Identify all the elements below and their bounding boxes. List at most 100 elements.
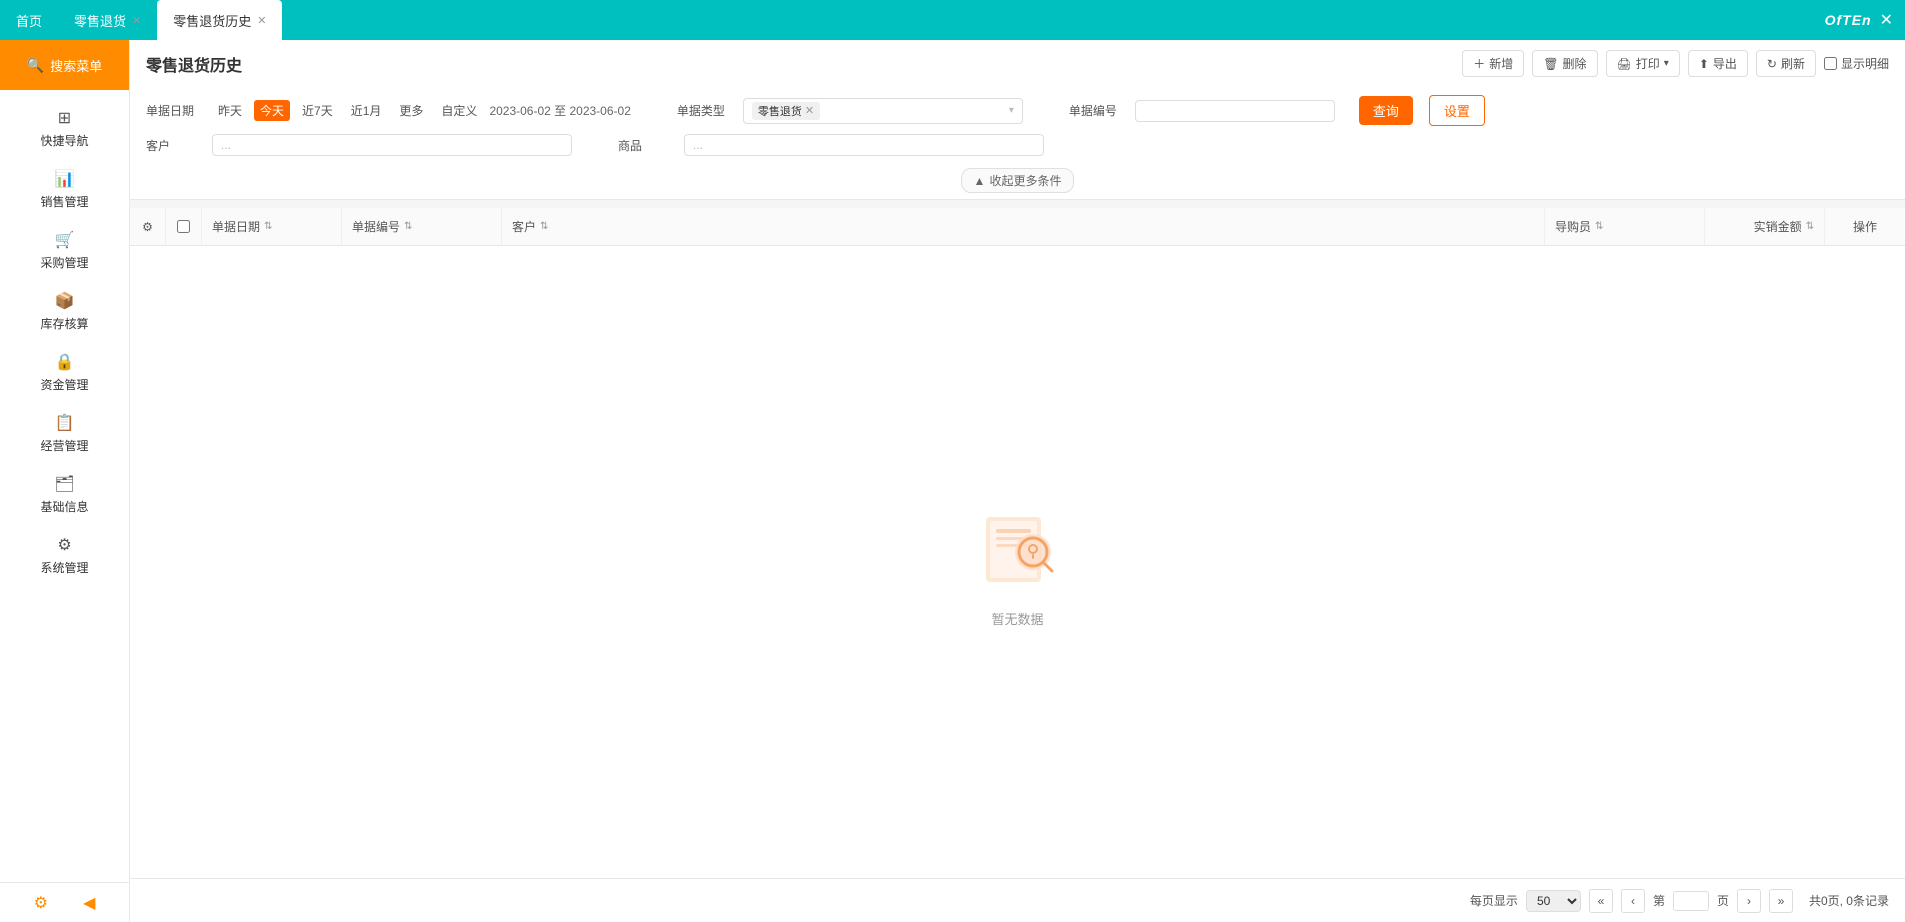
- per-page-select[interactable]: 20 50 100: [1526, 890, 1581, 912]
- pagination: 每页显示 20 50 100 « ‹ 第 1 页 › » 共0页, 0条记录: [130, 878, 1905, 922]
- date-btn-today[interactable]: 今天: [254, 100, 290, 121]
- th-amount[interactable]: 实销金额 ⇅: [1705, 208, 1825, 245]
- show-detail-check[interactable]: [1824, 57, 1837, 70]
- select-all-checkbox[interactable]: [177, 220, 190, 233]
- add-button[interactable]: ＋ 新增: [1462, 50, 1524, 77]
- date-btn-yesterday[interactable]: 昨天: [212, 100, 248, 121]
- refresh-button[interactable]: ↻ 刷新: [1756, 50, 1816, 77]
- th-checkbox[interactable]: [166, 208, 202, 245]
- first-page-button[interactable]: «: [1589, 889, 1613, 913]
- date-btn-7days[interactable]: 近7天: [296, 100, 339, 121]
- sidebar-item-finance[interactable]: 🔒 资金管理: [0, 342, 129, 403]
- empty-text: 暂无数据: [991, 609, 1043, 628]
- tab-retail-return-history-label: 零售退货历史: [173, 11, 251, 30]
- date-btn-1month[interactable]: 近1月: [345, 100, 388, 121]
- table-body: 暂无数据: [130, 246, 1905, 878]
- tab-retail-return-history[interactable]: 零售退货历史 ✕: [157, 0, 282, 40]
- th-amount-label: 实销金额: [1754, 218, 1802, 235]
- table-header: ⚙ 单据日期 ⇅ 单据编号 ⇅ 客户 ⇅ 导购员: [130, 208, 1905, 246]
- collapse-bar: ▲ 收起更多条件: [146, 164, 1889, 199]
- chevron-down-icon: ▾: [1009, 105, 1014, 116]
- collapse-button[interactable]: ▲ 收起更多条件: [961, 168, 1075, 193]
- date-btn-more[interactable]: 更多: [393, 100, 429, 121]
- goods-input[interactable]: ...: [684, 134, 1044, 156]
- basic-info-icon: 🗂: [55, 474, 75, 494]
- sidebar-item-purchase[interactable]: 🛒 采购管理: [0, 220, 129, 281]
- th-settings[interactable]: ⚙: [130, 208, 166, 245]
- sidebar-search[interactable]: 🔍 搜索菜单: [0, 40, 129, 90]
- empty-state: 暂无数据: [968, 497, 1068, 628]
- settings-icon: ⚙: [142, 220, 153, 234]
- add-icon: ＋: [1473, 55, 1485, 72]
- sort-icon: ⇅: [264, 221, 272, 232]
- sidebar-nav: ⊞ 快捷导航 📊 销售管理 🛒 采购管理 📦 库存核算 🔒 资金管理 📋: [0, 90, 129, 882]
- print-button[interactable]: 🖨 打印 ▾: [1606, 50, 1680, 77]
- operations-icon: 📋: [55, 413, 75, 433]
- th-operation: 操作: [1825, 208, 1905, 245]
- filter-row-2: 客户 ... 商品 ...: [146, 134, 1889, 156]
- header-actions: ＋ 新增 🗑 删除 🖨 打印 ▾ ⬆ 导出: [1462, 50, 1889, 77]
- bill-no-label: 单据编号: [1069, 102, 1119, 119]
- window-close-button[interactable]: ✕: [1880, 10, 1893, 30]
- refresh-label: 刷新: [1781, 55, 1805, 72]
- main-layout: 🔍 搜索菜单 ⊞ 快捷导航 📊 销售管理 🛒 采购管理 📦 库存核算 🔒: [0, 40, 1905, 922]
- collapse-icon: ▲: [974, 174, 986, 188]
- sales-icon: 📊: [55, 169, 75, 189]
- collapse-sidebar-icon[interactable]: ◀: [83, 893, 95, 913]
- delete-button[interactable]: 🗑 删除: [1532, 50, 1597, 77]
- th-guide[interactable]: 导购员 ⇅: [1545, 208, 1705, 245]
- settings-bottom-icon[interactable]: ⚙: [34, 893, 48, 913]
- show-detail-checkbox[interactable]: 显示明细: [1824, 55, 1889, 72]
- next-page-button[interactable]: ›: [1737, 889, 1761, 913]
- sidebar-item-basic-info[interactable]: 🗂 基础信息: [0, 464, 129, 525]
- sidebar-item-system[interactable]: ⚙ 系统管理: [0, 525, 129, 586]
- bill-type-tag-label: 零售退货: [758, 103, 802, 119]
- print-icon: 🖨: [1617, 57, 1632, 71]
- page-number-input[interactable]: 1: [1673, 891, 1709, 911]
- sidebar-item-operations[interactable]: 📋 经营管理: [0, 403, 129, 464]
- per-page-label: 每页显示: [1470, 892, 1518, 909]
- inventory-icon: 📦: [55, 291, 75, 311]
- sidebar-item-quick-nav[interactable]: ⊞ 快捷导航: [0, 98, 129, 159]
- filter-row-1: 单据日期 昨天 今天 近7天 近1月 更多 自定义 2023-06-02 至 2…: [146, 95, 1889, 126]
- sort-icon: ⇅: [540, 221, 548, 232]
- bill-type-select[interactable]: 零售退货 ✕ ▾: [743, 98, 1023, 124]
- date-btn-custom[interactable]: 自定义: [435, 100, 483, 121]
- page-header-top: 零售退货历史 ＋ 新增 🗑 删除 🖨 打印 ▾: [146, 50, 1889, 77]
- sidebar-item-sales[interactable]: 📊 销售管理: [0, 159, 129, 220]
- setting-button[interactable]: 设置: [1429, 95, 1485, 126]
- sidebar: 🔍 搜索菜单 ⊞ 快捷导航 📊 销售管理 🛒 采购管理 📦 库存核算 🔒: [0, 40, 130, 922]
- customer-input[interactable]: ...: [212, 134, 572, 156]
- last-page-button[interactable]: »: [1769, 889, 1793, 913]
- bill-no-input[interactable]: [1135, 100, 1335, 122]
- nav-item-label: 经营管理: [40, 437, 88, 454]
- tab-retail-return[interactable]: 零售退货 ✕: [58, 0, 157, 40]
- refresh-icon: ↻: [1767, 57, 1777, 71]
- close-icon[interactable]: ✕: [257, 14, 266, 27]
- export-button[interactable]: ⬆ 导出: [1688, 50, 1748, 77]
- show-detail-label: 显示明细: [1841, 55, 1889, 72]
- sort-icon: ⇅: [404, 221, 412, 232]
- bill-type-tag: 零售退货 ✕: [752, 102, 820, 120]
- top-bar: 首页 零售退货 ✕ 零售退货历史 ✕ OfTEn ✕: [0, 0, 1905, 40]
- th-bill-no-label: 单据编号: [352, 218, 400, 235]
- sidebar-item-inventory[interactable]: 📦 库存核算: [0, 281, 129, 342]
- close-icon[interactable]: ✕: [132, 14, 141, 27]
- page-title: 零售退货历史: [146, 52, 242, 76]
- content-area: 零售退货历史 ＋ 新增 🗑 删除 🖨 打印 ▾: [130, 40, 1905, 922]
- nav-item-label: 基础信息: [40, 498, 88, 515]
- page-label: 第: [1653, 892, 1665, 909]
- prev-page-button[interactable]: ‹: [1621, 889, 1645, 913]
- pagination-summary: 共0页, 0条记录: [1809, 892, 1889, 909]
- th-customer[interactable]: 客户 ⇅: [502, 208, 1545, 245]
- brand-label: OfTEn: [1825, 12, 1872, 28]
- sort-icon: ⇅: [1595, 221, 1603, 232]
- tab-list: 首页 零售退货 ✕ 零售退货历史 ✕: [0, 0, 1825, 40]
- th-date[interactable]: 单据日期 ⇅: [202, 208, 342, 245]
- nav-item-label: 快捷导航: [40, 132, 88, 149]
- bill-type-tag-remove[interactable]: ✕: [805, 104, 814, 117]
- delete-label: 删除: [1563, 55, 1587, 72]
- query-button[interactable]: 查询: [1359, 96, 1413, 125]
- th-bill-no[interactable]: 单据编号 ⇅: [342, 208, 502, 245]
- tab-home[interactable]: 首页: [0, 0, 58, 40]
